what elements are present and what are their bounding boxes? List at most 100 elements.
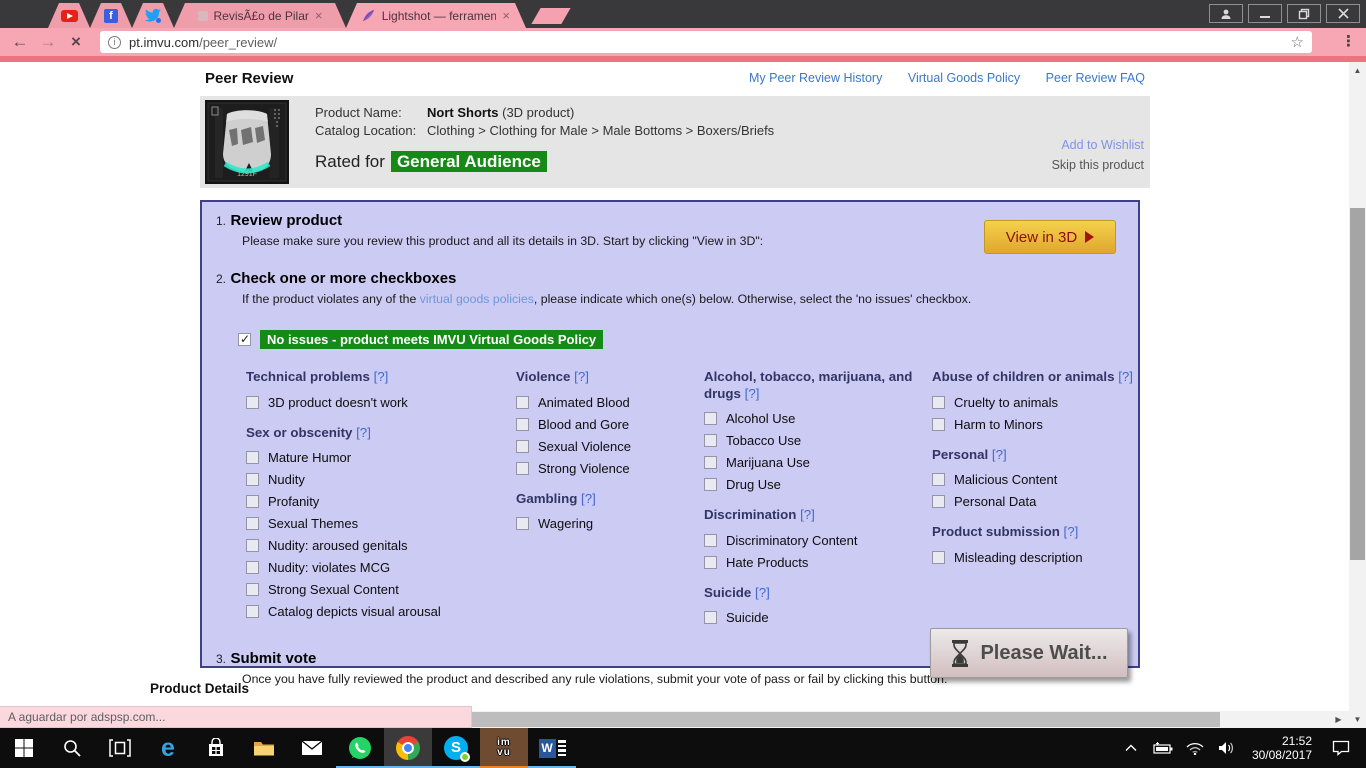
policy-checkbox-row[interactable]: Suicide [704,610,932,625]
task-view-taskbar-button[interactable] [96,728,144,768]
mail-taskbar-button[interactable] [288,728,336,768]
policy-checkbox-row[interactable]: Sexual Themes [246,516,516,531]
checkbox[interactable] [704,478,717,492]
checkbox[interactable] [516,517,529,531]
close-button[interactable] [1326,4,1360,23]
policy-checkbox-row[interactable]: Harm to Minors [932,417,1156,432]
submit-vote-button[interactable]: Please Wait... [930,628,1128,679]
address-bar[interactable]: i pt.imvu.com/peer_review/ ☆ [100,31,1312,53]
policy-checkbox-row[interactable]: 3D product doesn't work [246,395,516,410]
imvu-taskbar-button[interactable]: im vu [480,728,528,768]
policy-checkbox-row[interactable]: Strong Violence [516,461,704,476]
help-link[interactable]: [?] [992,447,1007,462]
checkbox[interactable] [516,417,529,431]
policy-checkbox-row[interactable]: Marijuana Use [704,455,932,470]
checkbox[interactable] [246,561,259,575]
tab-close-icon[interactable]: × [315,9,323,22]
policy-checkbox-row[interactable]: Tobacco Use [704,433,932,448]
checkbox[interactable] [246,451,259,465]
help-link[interactable]: [?] [374,369,389,384]
profile-icon[interactable] [1209,4,1243,23]
help-link[interactable]: [?] [1118,369,1133,384]
volume-icon[interactable] [1216,741,1238,755]
link-peer-review-faq[interactable]: Peer Review FAQ [1046,71,1145,85]
checkbox[interactable] [704,434,717,448]
checkbox[interactable] [932,417,945,431]
page-info-icon[interactable]: i [108,35,121,49]
help-link[interactable]: [?] [745,386,760,401]
taskbar-clock[interactable]: 21:52 30/08/2017 [1252,734,1312,762]
checkbox[interactable] [246,517,259,531]
restore-button[interactable] [1287,4,1321,23]
help-link[interactable]: [?] [800,507,815,522]
link-virtual-goods-policy[interactable]: Virtual Goods Policy [908,71,1020,85]
checkbox[interactable] [704,555,717,569]
help-link[interactable]: [?] [1064,524,1079,539]
checkbox[interactable] [246,605,259,619]
checkbox[interactable] [932,395,945,409]
vertical-scroll-thumb[interactable] [1350,208,1365,560]
vertical-scrollbar[interactable]: ▲ ▼ [1349,62,1366,728]
policy-checkbox-row[interactable]: Wagering [516,516,704,531]
checkbox[interactable] [704,456,717,470]
battery-icon[interactable] [1152,742,1174,754]
pinned-tab-facebook[interactable]: f [90,3,132,28]
policy-checkbox-row[interactable]: Sexual Violence [516,439,704,454]
policy-checkbox-row[interactable]: Misleading description [932,550,1156,565]
policy-checkbox-row[interactable]: Hate Products [704,555,932,570]
tab-lightshot[interactable]: Lightshot — ferramenta × [346,3,526,28]
policy-checkbox-row[interactable]: Discriminatory Content [704,533,932,548]
search-taskbar-button[interactable] [48,728,96,768]
policy-checkbox-row[interactable]: Catalog depicts visual arousal [246,604,516,619]
chrome-menu-icon[interactable]: ⋮ [1341,32,1356,50]
tab-close-icon[interactable]: × [502,9,510,22]
word-taskbar-button[interactable]: W [528,728,576,768]
checkbox[interactable] [246,395,259,409]
link-peer-review-history[interactable]: My Peer Review History [749,71,882,85]
minimize-button[interactable] [1248,4,1282,23]
stop-icon[interactable]: × [64,30,88,54]
wifi-icon[interactable] [1184,742,1206,755]
scroll-right-icon[interactable]: ▶ [1330,711,1347,728]
view-in-3d-button[interactable]: View in 3D [984,220,1116,254]
new-tab-button[interactable] [531,8,571,24]
policy-checkbox-row[interactable]: Nudity [246,472,516,487]
checkbox[interactable] [932,550,945,564]
skype-taskbar-button[interactable]: S [432,728,480,768]
checkbox[interactable] [932,495,945,509]
checkbox[interactable] [704,611,717,625]
virtual-goods-policies-link[interactable]: virtual goods policies [420,292,534,306]
forward-icon[interactable]: → [36,30,60,54]
add-to-wishlist-link[interactable]: Add to Wishlist [1052,138,1144,152]
checkbox[interactable] [516,439,529,453]
tab-revisao-de-pilar[interactable]: RevisÃ£o de Pilar × [174,3,346,28]
policy-checkbox-row[interactable]: Animated Blood [516,395,704,410]
policy-checkbox-row[interactable]: Alcohol Use [704,411,932,426]
store-taskbar-button[interactable] [192,728,240,768]
policy-checkbox-row[interactable]: Strong Sexual Content [246,582,516,597]
pinned-tab-youtube[interactable] [48,3,90,28]
policy-checkbox-row[interactable]: Personal Data [932,494,1156,509]
checkbox[interactable] [246,539,259,553]
checkbox[interactable] [704,412,717,426]
scroll-down-icon[interactable]: ▼ [1349,711,1366,728]
checkbox[interactable] [246,473,259,487]
whatsapp-taskbar-button[interactable] [336,728,384,768]
checkbox[interactable] [704,533,717,547]
policy-checkbox-row[interactable]: Blood and Gore [516,417,704,432]
file-explorer-taskbar-button[interactable] [240,728,288,768]
policy-checkbox-row[interactable]: Drug Use [704,477,932,492]
skip-product-link[interactable]: Skip this product [1052,158,1144,172]
pinned-tab-twitter[interactable] [132,3,174,28]
help-link[interactable]: [?] [755,585,770,600]
help-link[interactable]: [?] [574,369,589,384]
bookmark-star-icon[interactable]: ☆ [1291,33,1304,51]
checkbox[interactable] [516,395,529,409]
tray-chevron-icon[interactable] [1120,744,1142,752]
no-issues-checkbox[interactable] [238,332,251,346]
checkbox[interactable] [246,583,259,597]
checkbox[interactable] [516,461,529,475]
help-link[interactable]: [?] [356,425,371,440]
chrome-taskbar-button[interactable] [384,728,432,768]
policy-checkbox-row[interactable]: Cruelty to animals [932,395,1156,410]
